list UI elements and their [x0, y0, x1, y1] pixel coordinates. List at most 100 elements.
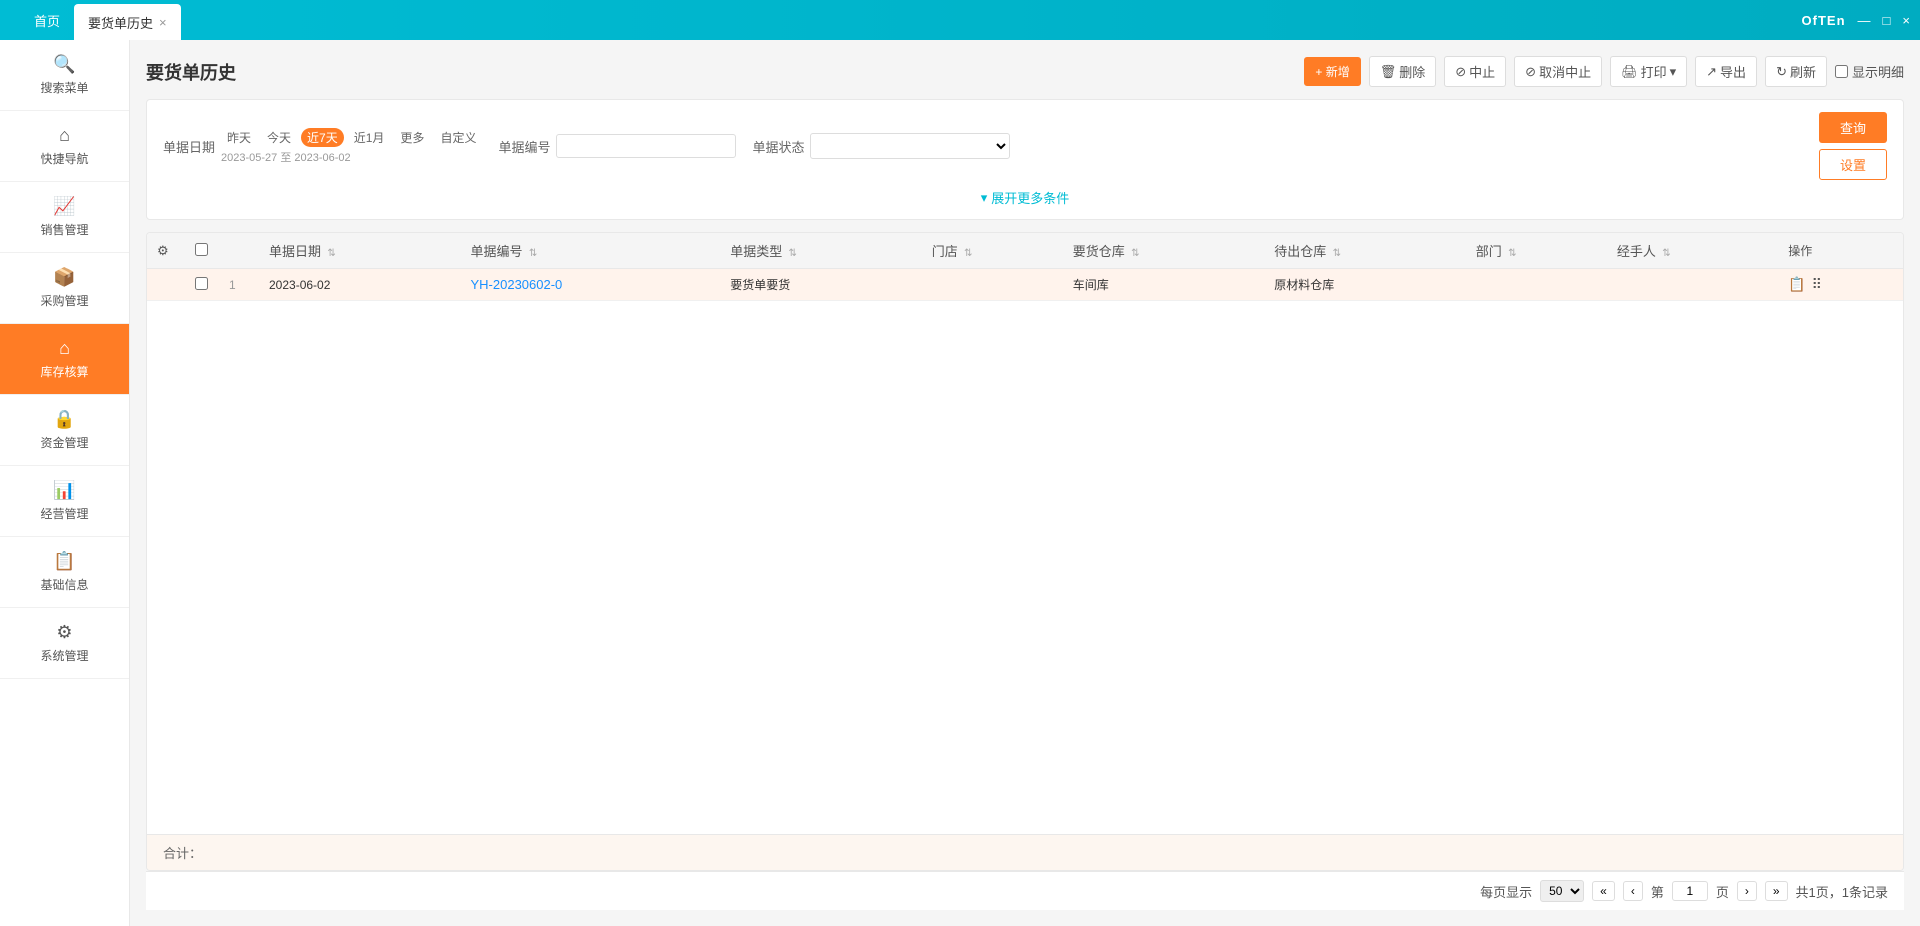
show-detail-container: 显示明细	[1835, 62, 1904, 81]
sort-dept-icon[interactable]: ⇅	[1508, 248, 1516, 259]
col-date: 单据日期 ⇅	[259, 233, 461, 269]
cancel-stop-button[interactable]: ⊘ 取消中止	[1514, 56, 1602, 87]
sidebar-item-inventory-label: 库存核算	[40, 363, 88, 380]
status-select[interactable]	[810, 133, 1010, 159]
cell-date: 2023-06-02	[259, 269, 461, 301]
sort-pendwh-icon[interactable]: ⇅	[1333, 248, 1341, 259]
show-detail-checkbox[interactable]	[1835, 65, 1848, 78]
bill-no-filter: 单据编号	[498, 134, 736, 158]
delete-button[interactable]: 🗑 删除	[1369, 56, 1437, 87]
sidebar-item-operations-label: 经营管理	[40, 505, 88, 522]
total-info: 共1页，1条记录	[1796, 882, 1888, 901]
bill-no-input[interactable]	[556, 134, 736, 158]
sidebar-item-operations[interactable]: 📊 经营管理	[0, 466, 129, 537]
cell-bill-no: YH-20230602-0	[461, 269, 721, 301]
date-more[interactable]: 更多	[394, 128, 430, 147]
finance-icon: 🔒	[53, 409, 75, 430]
table-row: 1 2023-06-02 YH-20230602-0 要货单要货 车间库 原材料…	[147, 269, 1903, 301]
stop-button[interactable]: ⊘ 中止	[1444, 56, 1506, 87]
row-checkbox[interactable]	[195, 277, 208, 290]
filter-row: 单据日期 昨天 今天 近7天 近1月 更多 自定义 2023-05-27 至 2…	[163, 112, 1887, 180]
bill-no-link[interactable]: YH-20230602-0	[471, 277, 563, 292]
bill-no-label: 单据编号	[498, 137, 550, 156]
sidebar-item-quicknav[interactable]: ⌂ 快捷导航	[0, 111, 129, 182]
window-close[interactable]: ×	[1902, 13, 1910, 28]
page-input[interactable]	[1672, 881, 1708, 901]
tab-home[interactable]: 首页	[20, 0, 74, 40]
sort-reqwh-icon[interactable]: ⇅	[1131, 248, 1139, 259]
select-all-checkbox[interactable]	[195, 243, 208, 256]
date-today[interactable]: 今天	[261, 128, 297, 147]
sidebar-item-sales-label: 销售管理	[40, 221, 88, 238]
sort-billno-icon[interactable]: ⇅	[529, 248, 537, 259]
sidebar-item-system[interactable]: ⚙ 系统管理	[0, 608, 129, 679]
sort-handler-icon[interactable]: ⇅	[1662, 248, 1670, 259]
date-7days[interactable]: 近7天	[301, 128, 344, 147]
window-maximize[interactable]: □	[1883, 13, 1891, 28]
sidebar-item-search[interactable]: 🔍 搜索菜单	[0, 40, 129, 111]
date-custom[interactable]: 自定义	[434, 128, 482, 147]
sidebar-item-basic[interactable]: 📋 基础信息	[0, 537, 129, 608]
table-footer: 合计：	[147, 834, 1903, 870]
sidebar-item-basic-label: 基础信息	[40, 576, 88, 593]
date-1month[interactable]: 近1月	[348, 128, 391, 147]
delete-icon: 🗑	[1380, 64, 1397, 80]
top-bar-right: OfTEn — □ ×	[1802, 13, 1910, 28]
operations-icon: 📊	[53, 480, 75, 501]
export-button[interactable]: ↗ 导出	[1695, 56, 1757, 87]
status-label: 单据状态	[752, 137, 804, 156]
cancel-stop-icon: ⊘	[1525, 64, 1536, 80]
tab-requisition-history[interactable]: 要货单历史 ×	[74, 4, 181, 40]
stop-icon: ⊘	[1455, 64, 1466, 80]
sort-billtype-icon[interactable]: ⇅	[789, 248, 797, 259]
per-page-select[interactable]: 50	[1540, 880, 1584, 902]
sidebar-item-quicknav-label: 快捷导航	[40, 150, 88, 167]
col-bill-no: 单据编号 ⇅	[461, 233, 721, 269]
date-shortcuts-container: 昨天 今天 近7天 近1月 更多 自定义 2023-05-27 至 2023-0…	[221, 128, 482, 165]
sidebar-item-inventory[interactable]: ⌂ 库存核算	[0, 324, 129, 395]
query-button[interactable]: 查询	[1819, 112, 1887, 143]
date-shortcuts: 昨天 今天 近7天 近1月 更多 自定义	[221, 128, 482, 147]
first-page-btn[interactable]: «	[1592, 881, 1615, 901]
date-yesterday[interactable]: 昨天	[221, 128, 257, 147]
sort-store-icon[interactable]: ⇅	[964, 248, 972, 259]
sidebar-item-finance[interactable]: 🔒 资金管理	[0, 395, 129, 466]
table-header-row: ⚙ 单据日期 ⇅ 单据编号 ⇅	[147, 233, 1903, 269]
window-minimize[interactable]: —	[1858, 13, 1871, 28]
summary-label: 合计：	[163, 846, 202, 861]
more-action-icon[interactable]: ⠿	[1812, 276, 1822, 293]
new-button[interactable]: + 新增	[1304, 57, 1360, 86]
expand-more-btn[interactable]: ▾ 展开更多条件	[163, 188, 1887, 207]
tab-home-label: 首页	[34, 11, 60, 30]
sidebar-item-sales[interactable]: 📈 销售管理	[0, 182, 129, 253]
cell-num: 1	[219, 269, 259, 301]
cell-action: 📋 ⠿	[1778, 269, 1903, 301]
next-page-btn[interactable]: ›	[1737, 881, 1757, 901]
settings-icon[interactable]: ⚙	[157, 243, 169, 258]
print-button[interactable]: 🖨 打印 ▾	[1610, 56, 1687, 87]
print-chevron-icon: ▾	[1670, 64, 1677, 80]
date-range-display: 2023-05-27 至 2023-06-02	[221, 149, 482, 165]
col-checkbox	[183, 233, 219, 269]
col-req-warehouse: 要货仓库 ⇅	[1063, 233, 1265, 269]
table-container: ⚙ 单据日期 ⇅ 单据编号 ⇅	[146, 232, 1904, 871]
page-title: 要货单历史	[146, 59, 1304, 85]
settings-button[interactable]: 设置	[1819, 149, 1887, 180]
basic-icon: 📋	[53, 551, 75, 572]
prev-page-btn[interactable]: ‹	[1623, 881, 1643, 901]
sort-date-icon[interactable]: ⇅	[327, 248, 335, 259]
sidebar-item-purchase[interactable]: 📦 采购管理	[0, 253, 129, 324]
sidebar: 🔍 搜索菜单 ⌂ 快捷导航 📈 销售管理 📦 采购管理 ⌂ 库存核算 🔒 资金管…	[0, 40, 130, 926]
date-filter: 单据日期 昨天 今天 近7天 近1月 更多 自定义 2023-05-27 至 2…	[163, 128, 482, 165]
col-pending-warehouse: 待出仓库 ⇅	[1264, 233, 1466, 269]
date-filter-label: 单据日期	[163, 137, 215, 156]
tab-close-icon[interactable]: ×	[159, 15, 167, 30]
search-menu-icon: 🔍	[53, 54, 75, 75]
page-suffix: 页	[1716, 882, 1729, 901]
edit-action-icon[interactable]: 📋	[1788, 276, 1805, 293]
refresh-button[interactable]: ↻ 刷新	[1765, 56, 1827, 87]
last-page-btn[interactable]: »	[1765, 881, 1788, 901]
cell-settings	[147, 269, 183, 301]
sidebar-item-system-label: 系统管理	[40, 647, 88, 664]
refresh-icon: ↻	[1776, 64, 1787, 80]
